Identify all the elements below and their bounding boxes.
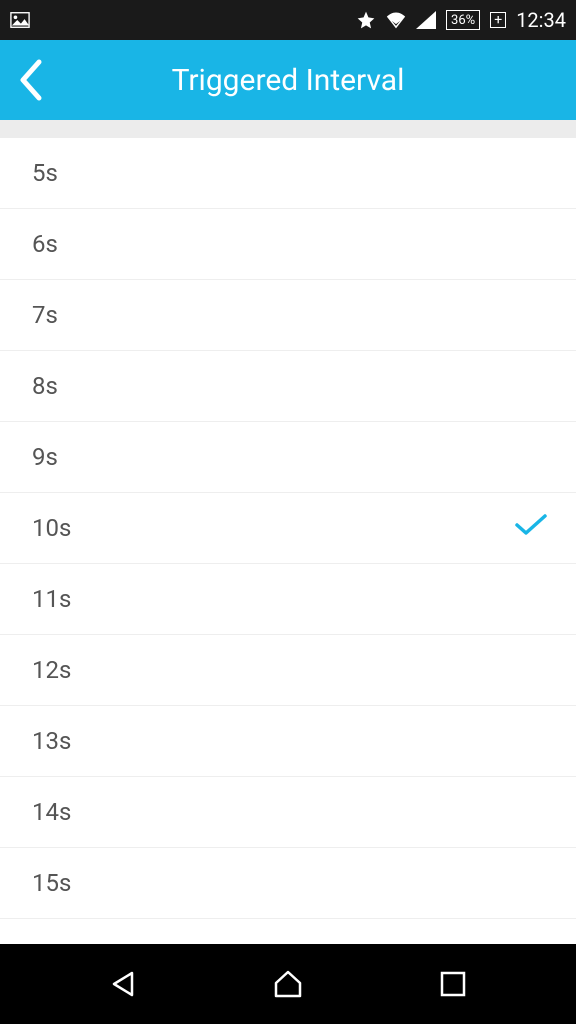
- wifi-icon: [386, 10, 406, 30]
- list-item[interactable]: 11s: [0, 564, 576, 635]
- picture-icon: [10, 10, 30, 30]
- nav-back-button[interactable]: [103, 964, 143, 1004]
- list-item[interactable]: 7s: [0, 280, 576, 351]
- list-item[interactable]: 10s: [0, 493, 576, 564]
- list-item[interactable]: 6s: [0, 209, 576, 280]
- battery-icon: 36%: [446, 10, 480, 30]
- interval-list: 5s 6s 7s 8s 9s 10s 11s 12s 13s 14s 15s: [0, 138, 576, 919]
- interval-label: 14s: [32, 798, 71, 826]
- star-icon: [356, 10, 376, 30]
- back-button[interactable]: [0, 40, 60, 120]
- page-title: Triggered Interval: [0, 63, 576, 98]
- list-item[interactable]: 9s: [0, 422, 576, 493]
- interval-label: 5s: [32, 159, 58, 187]
- list-item[interactable]: 14s: [0, 777, 576, 848]
- list-item[interactable]: 5s: [0, 138, 576, 209]
- battery-charging-icon: +: [490, 12, 506, 28]
- interval-label: 9s: [32, 443, 58, 471]
- checkmark-icon: [514, 513, 548, 543]
- interval-label: 11s: [32, 585, 71, 613]
- list-item[interactable]: 15s: [0, 848, 576, 919]
- list-item[interactable]: 12s: [0, 635, 576, 706]
- nav-recent-button[interactable]: [433, 964, 473, 1004]
- interval-label: 6s: [32, 230, 58, 258]
- nav-bar: [0, 944, 576, 1024]
- nav-home-button[interactable]: [268, 964, 308, 1004]
- interval-label: 7s: [32, 301, 58, 329]
- divider-band: [0, 120, 576, 138]
- interval-label: 13s: [32, 727, 71, 755]
- interval-label: 10s: [32, 514, 71, 542]
- app-bar: Triggered Interval: [0, 40, 576, 120]
- interval-label: 15s: [32, 869, 71, 897]
- battery-percent-label: 36%: [451, 13, 475, 28]
- list-item[interactable]: 13s: [0, 706, 576, 777]
- signal-icon: [416, 10, 436, 30]
- interval-label: 8s: [32, 372, 58, 400]
- status-bar: 36% + 12:34: [0, 0, 576, 40]
- clock-label: 12:34: [516, 8, 566, 32]
- list-item[interactable]: 8s: [0, 351, 576, 422]
- interval-label: 12s: [32, 656, 71, 684]
